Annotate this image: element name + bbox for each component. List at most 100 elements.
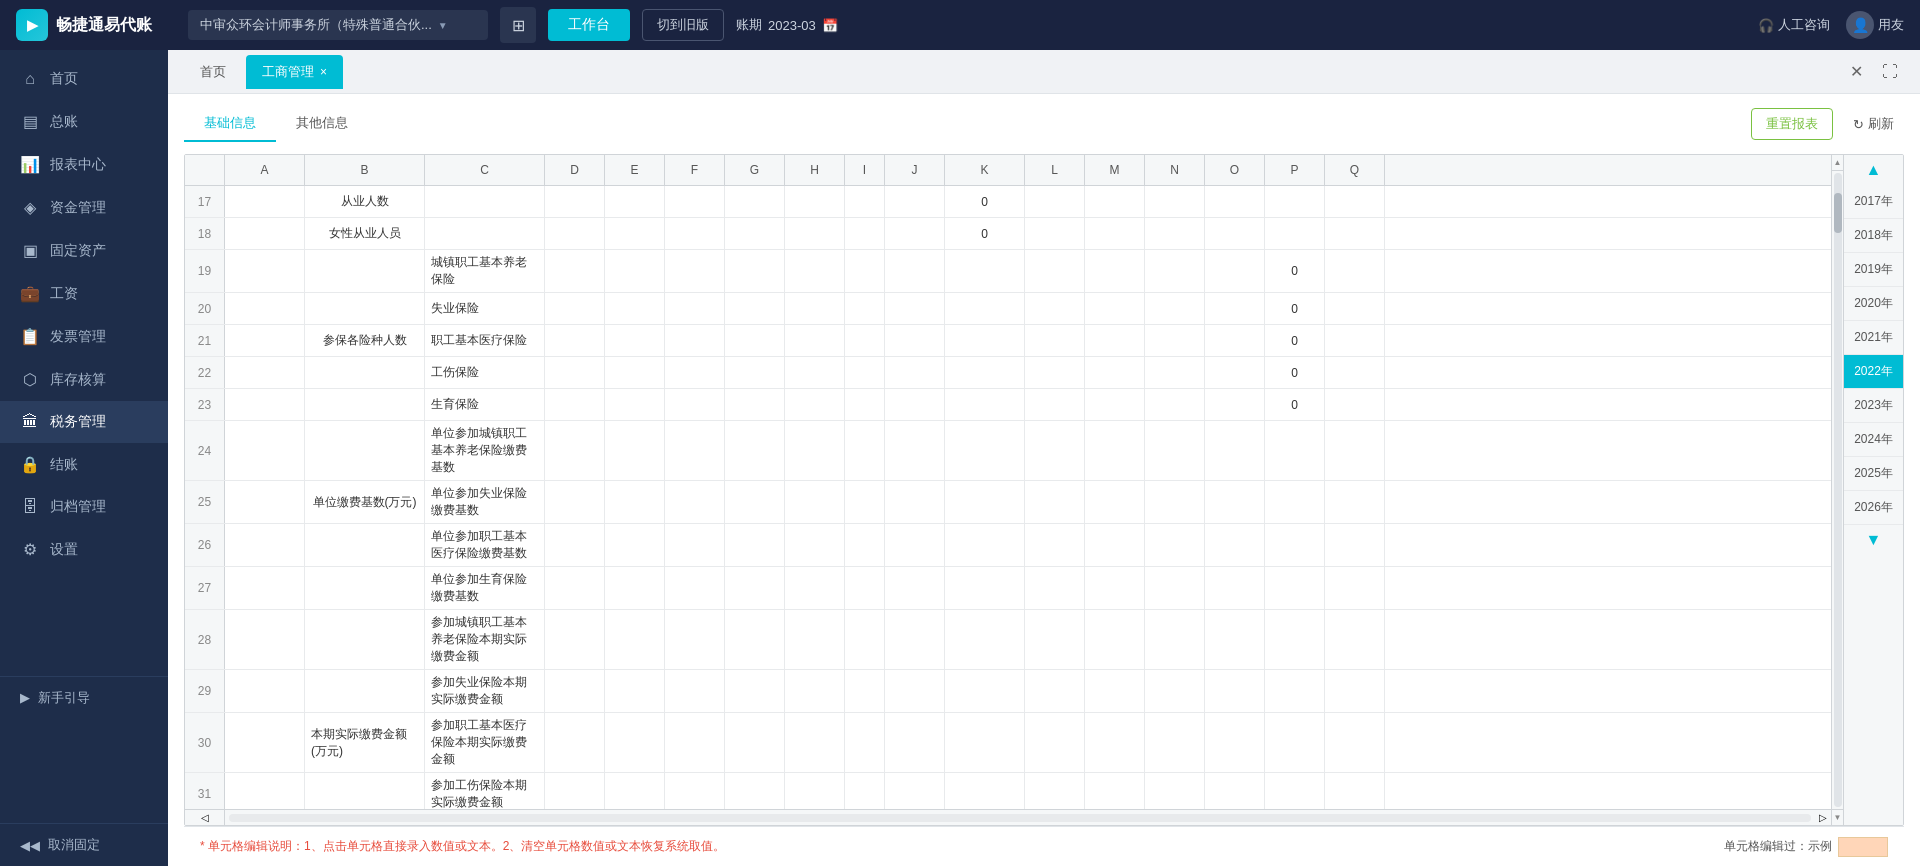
cell-19-M[interactable]	[1085, 250, 1145, 292]
cell-22-Q[interactable]	[1325, 357, 1385, 388]
cell-20-Q[interactable]	[1325, 293, 1385, 324]
cell-29-E[interactable]	[605, 670, 665, 712]
sidebar-item-close[interactable]: 🔒 结账	[0, 443, 168, 486]
cell-29-L[interactable]	[1025, 670, 1085, 712]
cell-23-F[interactable]	[665, 389, 725, 420]
expand-btn[interactable]: ⛶	[1876, 58, 1904, 86]
year-item-2023[interactable]: 2023年	[1844, 389, 1903, 423]
cell-26-H[interactable]	[785, 524, 845, 566]
cell-30-D[interactable]	[545, 713, 605, 772]
sidebar-item-payroll[interactable]: 💼 工资	[0, 272, 168, 315]
cell-26-P[interactable]	[1265, 524, 1325, 566]
cell-19-J[interactable]	[885, 250, 945, 292]
cell-29-P[interactable]	[1265, 670, 1325, 712]
cell-27-M[interactable]	[1085, 567, 1145, 609]
cell-17-O[interactable]	[1205, 186, 1265, 217]
cell-27-P[interactable]	[1265, 567, 1325, 609]
cell-21-J[interactable]	[885, 325, 945, 356]
cell-23-C[interactable]: 生育保险	[425, 389, 545, 420]
cell-29-K[interactable]	[945, 670, 1025, 712]
cell-24-N[interactable]	[1145, 421, 1205, 480]
cell-28-A[interactable]	[225, 610, 305, 669]
cell-28-N[interactable]	[1145, 610, 1205, 669]
cell-19-Q[interactable]	[1325, 250, 1385, 292]
sidebar-item-report[interactable]: 📊 报表中心	[0, 143, 168, 186]
year-item-2024[interactable]: 2024年	[1844, 423, 1903, 457]
cell-24-O[interactable]	[1205, 421, 1265, 480]
cell-28-O[interactable]	[1205, 610, 1265, 669]
tab-other-info[interactable]: 其他信息	[276, 106, 368, 142]
cell-29-D[interactable]	[545, 670, 605, 712]
cell-24-C[interactable]: 单位参加城镇职工基本养老保险缴费基数	[425, 421, 545, 480]
cell-29-F[interactable]	[665, 670, 725, 712]
cell-20-O[interactable]	[1205, 293, 1265, 324]
cell-28-H[interactable]	[785, 610, 845, 669]
cell-26-F[interactable]	[665, 524, 725, 566]
cell-28-I[interactable]	[845, 610, 885, 669]
cell-30-A[interactable]	[225, 713, 305, 772]
cell-22-A[interactable]	[225, 357, 305, 388]
cell-23-I[interactable]	[845, 389, 885, 420]
cell-20-K[interactable]	[945, 293, 1025, 324]
cell-17-N[interactable]	[1145, 186, 1205, 217]
cell-28-L[interactable]	[1025, 610, 1085, 669]
cell-23-L[interactable]	[1025, 389, 1085, 420]
cell-29-O[interactable]	[1205, 670, 1265, 712]
cell-21-E[interactable]	[605, 325, 665, 356]
cell-28-C[interactable]: 参加城镇职工基本养老保险本期实际缴费金额	[425, 610, 545, 669]
cell-17-D[interactable]	[545, 186, 605, 217]
cell-20-C[interactable]: 失业保险	[425, 293, 545, 324]
tab-basic-info[interactable]: 基础信息	[184, 106, 276, 142]
cell-26-A[interactable]	[225, 524, 305, 566]
cell-24-G[interactable]	[725, 421, 785, 480]
cell-26-N[interactable]	[1145, 524, 1205, 566]
cell-21-A[interactable]	[225, 325, 305, 356]
cell-26-K[interactable]	[945, 524, 1025, 566]
cell-23-N[interactable]	[1145, 389, 1205, 420]
cell-27-B[interactable]	[305, 567, 425, 609]
cell-24-A[interactable]	[225, 421, 305, 480]
cell-17-L[interactable]	[1025, 186, 1085, 217]
cell-28-G[interactable]	[725, 610, 785, 669]
cell-21-O[interactable]	[1205, 325, 1265, 356]
cell-26-D[interactable]	[545, 524, 605, 566]
cell-31-M[interactable]	[1085, 773, 1145, 809]
cell-21-G[interactable]	[725, 325, 785, 356]
cell-25-M[interactable]	[1085, 481, 1145, 523]
cell-26-B[interactable]	[305, 524, 425, 566]
cell-18-O[interactable]	[1205, 218, 1265, 249]
cell-24-M[interactable]	[1085, 421, 1145, 480]
company-selector[interactable]: 中审众环会计师事务所（特殊普通合伙... ▼	[188, 10, 488, 40]
cell-21-D[interactable]	[545, 325, 605, 356]
cell-31-Q[interactable]	[1325, 773, 1385, 809]
cell-19-K[interactable]	[945, 250, 1025, 292]
cell-30-H[interactable]	[785, 713, 845, 772]
cell-24-F[interactable]	[665, 421, 725, 480]
year-item-2020[interactable]: 2020年	[1844, 287, 1903, 321]
cell-28-F[interactable]	[665, 610, 725, 669]
cell-23-P[interactable]: 0	[1265, 389, 1325, 420]
sidebar-item-home[interactable]: ⌂ 首页	[0, 58, 168, 100]
cell-22-C[interactable]: 工伤保险	[425, 357, 545, 388]
service-btn[interactable]: 🎧 人工咨询	[1758, 16, 1830, 34]
cell-31-N[interactable]	[1145, 773, 1205, 809]
cell-28-K[interactable]	[945, 610, 1025, 669]
cell-18-C[interactable]	[425, 218, 545, 249]
cell-31-G[interactable]	[725, 773, 785, 809]
cell-25-E[interactable]	[605, 481, 665, 523]
cell-22-N[interactable]	[1145, 357, 1205, 388]
tab-home[interactable]: 首页	[184, 55, 242, 89]
cell-17-M[interactable]	[1085, 186, 1145, 217]
cell-29-H[interactable]	[785, 670, 845, 712]
cell-27-L[interactable]	[1025, 567, 1085, 609]
cell-27-H[interactable]	[785, 567, 845, 609]
cell-27-I[interactable]	[845, 567, 885, 609]
cell-22-L[interactable]	[1025, 357, 1085, 388]
cell-22-J[interactable]	[885, 357, 945, 388]
cell-22-F[interactable]	[665, 357, 725, 388]
cell-17-A[interactable]	[225, 186, 305, 217]
cell-29-A[interactable]	[225, 670, 305, 712]
cell-23-H[interactable]	[785, 389, 845, 420]
cell-28-P[interactable]	[1265, 610, 1325, 669]
cell-20-H[interactable]	[785, 293, 845, 324]
